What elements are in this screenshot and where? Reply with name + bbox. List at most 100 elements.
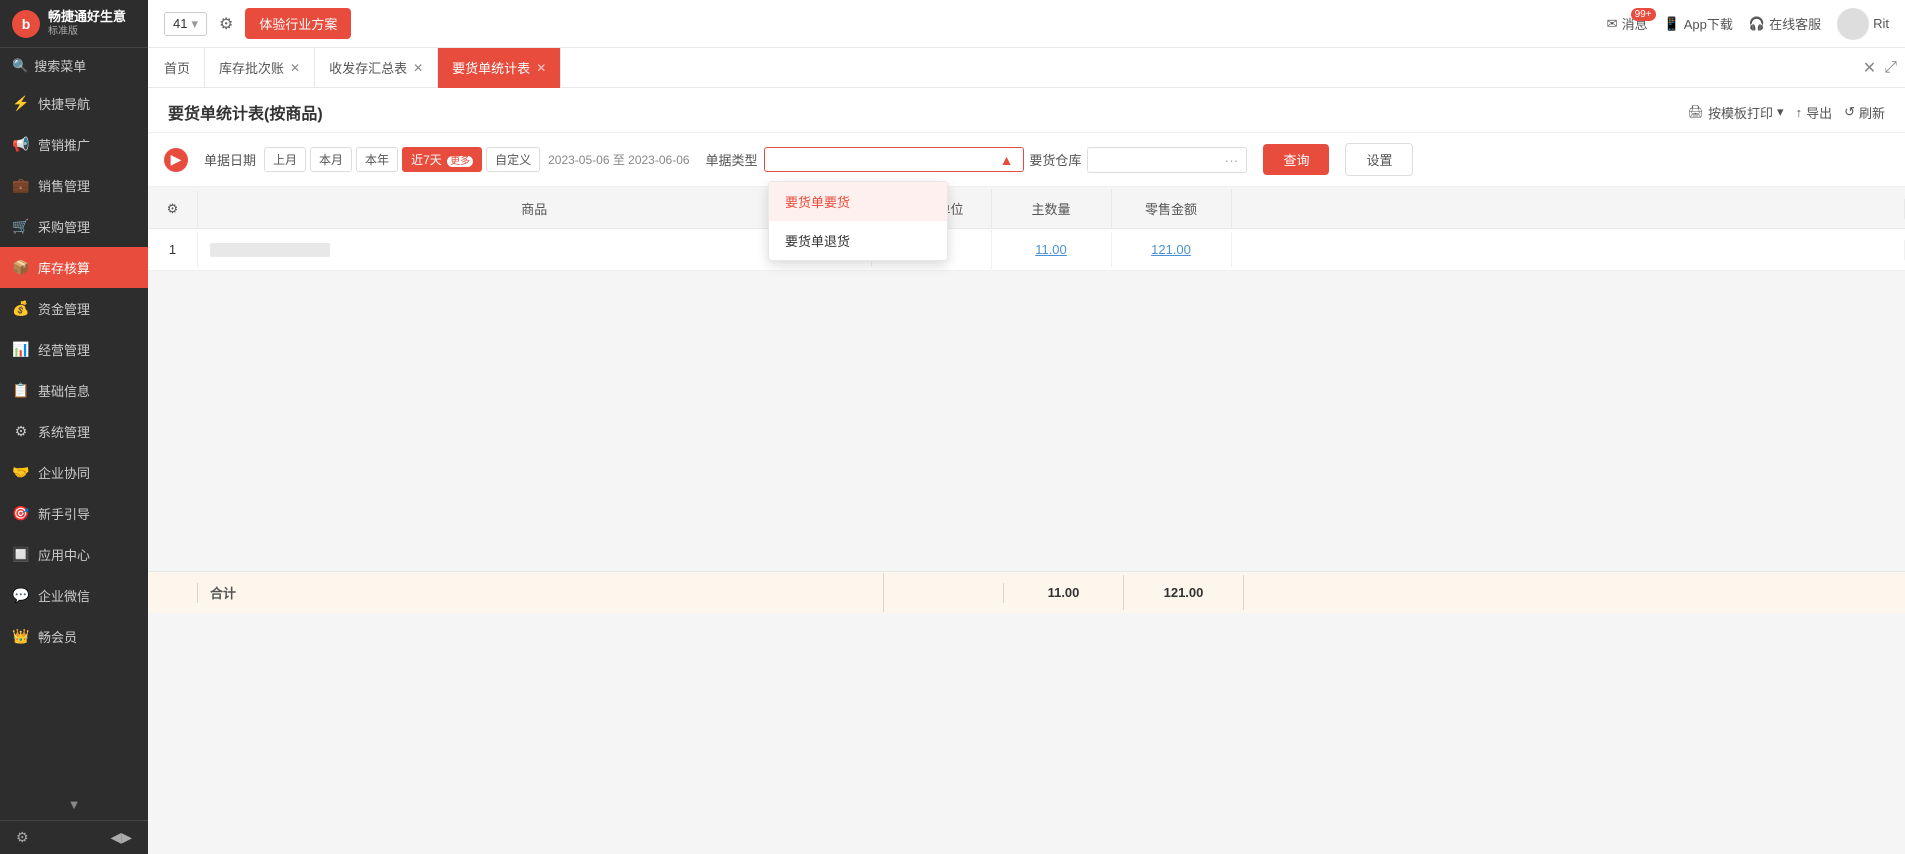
export-btn[interactable]: ↑ 导出	[1796, 103, 1833, 122]
sidebar-logo: b 畅捷通好生意 标准版	[0, 0, 148, 48]
online-service-btn[interactable]: 🎧 在线客服	[1749, 14, 1821, 33]
tabbar-expand-btn[interactable]: ⤢	[1884, 59, 1897, 77]
sidebar-item-operation[interactable]: 📊 经营管理	[0, 329, 148, 370]
tab-inventory-batch[interactable]: 库存批次账 ✕	[205, 48, 315, 88]
warehouse-input[interactable]: ···	[1087, 147, 1247, 173]
sidebar-search[interactable]: 🔍 搜索菜单	[0, 48, 148, 83]
app-download-btn[interactable]: 📱 App下载	[1664, 14, 1733, 33]
tabbar-close-all-btn[interactable]: ✕	[1863, 58, 1876, 78]
th-qty: 主数量	[992, 189, 1112, 228]
warehouse-filter-group: 要货仓库 ···	[1029, 147, 1247, 173]
sidebar-logo-text: 畅捷通好生意 标准版	[48, 9, 126, 39]
nav-number-display[interactable]: 41 ▾	[164, 12, 207, 36]
system-icon: ⚙	[12, 423, 30, 440]
search-label: 搜索菜单	[34, 56, 86, 75]
date-btn-week7[interactable]: 近7天 更多	[402, 147, 482, 172]
sidebar-item-guide[interactable]: 🎯 新手引导	[0, 493, 148, 534]
th-amount: 零售金额	[1112, 189, 1232, 228]
sidebar-item-label: 经营管理	[38, 340, 90, 359]
service-icon: 🎧	[1749, 16, 1765, 32]
sidebar-item-label: 库存核算	[38, 258, 90, 277]
sidebar-item-app-center[interactable]: 🔲 应用中心	[0, 534, 148, 575]
print-btn[interactable]: 🖨 按模板打印 ▾	[1688, 103, 1784, 122]
date-btn-week7-label: 近7天	[411, 153, 442, 167]
wechat-icon: 💬	[12, 587, 30, 604]
topbar-right: ✉ 消息 99+ 📱 App下载 🎧 在线客服 Rit	[1607, 8, 1889, 40]
type-dropdown-arrow[interactable]: ▲	[1000, 152, 1014, 168]
print-label: 按模板打印	[1708, 103, 1773, 122]
messages-btn[interactable]: ✉ 消息 99+	[1607, 14, 1648, 33]
page-actions: 🖨 按模板打印 ▾ ↑ 导出 ↺ 刷新	[1688, 103, 1886, 122]
table-footer: 合计 11.00 121.00	[148, 571, 1905, 613]
dropdown-item-order-return[interactable]: 要货单退货	[769, 221, 947, 260]
sidebar-item-sales[interactable]: 💼 销售管理	[0, 165, 148, 206]
print-icon: 🖨	[1688, 104, 1705, 120]
sidebar-item-purchase[interactable]: 🛒 采购管理	[0, 206, 148, 247]
tab-receivable-summary-close[interactable]: ✕	[413, 61, 423, 75]
nav-dropdown-arrow[interactable]: ▾	[191, 16, 198, 32]
user-profile-btn[interactable]: Rit	[1837, 8, 1889, 40]
tabbar-actions: ✕ ⤢	[1863, 58, 1905, 78]
tab-order-stats-close[interactable]: ✕	[536, 61, 546, 75]
refresh-label: 刷新	[1859, 103, 1885, 122]
user-name: Rit	[1873, 16, 1889, 31]
sidebar-item-cooperation[interactable]: 🤝 企业协同	[0, 452, 148, 493]
sidebar-item-quick-nav[interactable]: ⚡ 快捷导航	[0, 83, 148, 124]
td-row-no: 1	[148, 232, 198, 267]
date-btn-custom[interactable]: 自定义	[486, 147, 540, 172]
tab-order-stats[interactable]: 要货单统计表 ✕	[438, 48, 561, 88]
sidebar-item-label: 销售管理	[38, 176, 90, 195]
amount-link[interactable]: 121.00	[1151, 242, 1191, 257]
sidebar-item-finance[interactable]: 💰 资金管理	[0, 288, 148, 329]
table-row: 1 块 11.00 121.00	[148, 229, 1905, 271]
tab-order-stats-label: 要货单统计表	[452, 58, 530, 77]
warehouse-more-icon[interactable]: ···	[1224, 152, 1238, 168]
purchase-icon: 🛒	[12, 218, 30, 235]
data-table: ⚙ 商品 主计量单位 主数量 零售金额 1 块 11.00 121.00	[148, 189, 1905, 271]
tab-inventory-batch-close[interactable]: ✕	[290, 61, 300, 75]
print-dropdown-icon[interactable]: ▾	[1777, 104, 1784, 120]
footer-amount: 121.00	[1124, 575, 1244, 610]
refresh-btn[interactable]: ↺ 刷新	[1844, 103, 1885, 122]
sidebar-item-marketing[interactable]: 📢 营销推广	[0, 124, 148, 165]
tab-home[interactable]: 首页	[164, 48, 205, 88]
sidebar-item-system[interactable]: ⚙ 系统管理	[0, 411, 148, 452]
settings-btn[interactable]: 设置	[1345, 143, 1413, 176]
date-more-badge: 更多	[447, 156, 473, 167]
dropdown-item-order-goods[interactable]: 要货单要货	[769, 182, 947, 221]
sidebar-item-label: 新手引导	[38, 504, 90, 523]
sidebar-item-label: 快捷导航	[38, 94, 90, 113]
date-btn-prev[interactable]: 上月	[264, 147, 306, 172]
date-btn-current[interactable]: 本月	[310, 147, 352, 172]
search-icon: 🔍	[12, 58, 28, 74]
td-qty: 11.00	[992, 232, 1112, 267]
th-settings[interactable]: ⚙	[148, 191, 198, 227]
sidebar-item-inventory[interactable]: 📦 库存核算	[0, 247, 148, 288]
cooperation-icon: 🤝	[12, 464, 30, 481]
topbar-gear-btn[interactable]: ⚙	[219, 14, 233, 34]
qty-link[interactable]: 11.00	[1035, 242, 1067, 257]
sidebar-item-label: 应用中心	[38, 545, 90, 564]
avatar	[1837, 8, 1869, 40]
filter-expand-btn[interactable]: ▶	[164, 148, 188, 172]
sidebar-item-label: 营销推广	[38, 135, 90, 154]
date-range-display: 2023-05-06 至 2023-06-06	[548, 151, 689, 168]
date-btn-year[interactable]: 本年	[356, 147, 398, 172]
sidebar-item-label: 基础信息	[38, 381, 90, 400]
type-input[interactable]	[764, 147, 1024, 172]
warehouse-label: 要货仓库	[1029, 150, 1081, 169]
footer-label: 合计	[198, 573, 884, 612]
tab-receivable-summary[interactable]: 收发存汇总表 ✕	[315, 48, 438, 88]
sidebar-item-member[interactable]: 👑 畅会员	[0, 616, 148, 657]
sidebar-item-basic[interactable]: 📋 基础信息	[0, 370, 148, 411]
sidebar-scroll-down[interactable]: ▼	[0, 789, 148, 820]
query-btn[interactable]: 查询	[1263, 144, 1329, 175]
export-icon: ↑	[1796, 105, 1803, 120]
sidebar-item-wechat[interactable]: 💬 企业微信	[0, 575, 148, 616]
trial-industry-btn[interactable]: 体验行业方案	[245, 8, 351, 39]
sidebar-item-label: 企业协同	[38, 463, 90, 482]
sidebar-collapse-btn[interactable]: ◀▶	[110, 829, 132, 846]
basic-icon: 📋	[12, 382, 30, 399]
sidebar-settings-btn[interactable]: ⚙	[16, 829, 29, 846]
table-header: ⚙ 商品 主计量单位 主数量 零售金额	[148, 189, 1905, 229]
